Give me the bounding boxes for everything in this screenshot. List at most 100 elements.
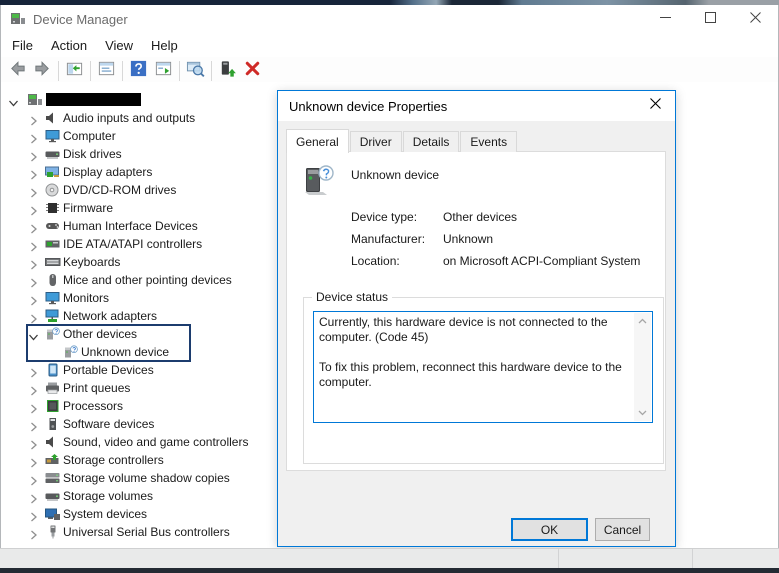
tree-item-system-devices[interactable]: System devices xyxy=(1,505,271,523)
tree-item-dvd-cd-rom-drives[interactable]: DVD/CD-ROM drives xyxy=(1,181,271,199)
uninstall-device-button[interactable] xyxy=(240,59,265,83)
drive2-icon xyxy=(45,471,61,485)
tree-item-firmware[interactable]: Firmware xyxy=(1,199,271,217)
menu-action[interactable]: Action xyxy=(42,35,96,56)
tab-details[interactable]: Details xyxy=(403,131,460,152)
ok-button[interactable]: OK xyxy=(511,518,588,541)
ide-icon xyxy=(45,237,61,251)
tree-item-print-queues[interactable]: Print queues xyxy=(1,379,271,397)
system-icon xyxy=(45,507,61,521)
tree-item-display-adapters[interactable]: Display adapters xyxy=(1,163,271,181)
chevron-right-icon[interactable] xyxy=(29,113,38,123)
chevron-right-icon[interactable] xyxy=(29,239,38,249)
software-icon xyxy=(45,417,61,431)
tabstrip: GeneralDriverDetailsEvents xyxy=(286,131,518,152)
tree-item-universal-serial-bus-controllers[interactable]: Universal Serial Bus controllers xyxy=(1,523,271,541)
device-manager-icon xyxy=(10,11,26,27)
chevron-right-icon[interactable] xyxy=(29,203,38,213)
chevron-right-icon[interactable] xyxy=(29,509,38,519)
properties-button[interactable] xyxy=(94,59,119,83)
chevron-right-icon[interactable] xyxy=(29,383,38,393)
scrollbar[interactable] xyxy=(634,313,651,421)
tab-events[interactable]: Events xyxy=(460,131,517,152)
close-button[interactable] xyxy=(733,5,778,33)
chevron-right-icon[interactable] xyxy=(29,221,38,231)
chevron-right-icon[interactable] xyxy=(29,527,38,537)
unknown-device-properties-dialog: Unknown device Properties GeneralDriverD… xyxy=(277,90,676,547)
portable-icon xyxy=(45,363,61,377)
chevron-right-icon[interactable] xyxy=(29,131,38,141)
tree-item-disk-drives[interactable]: Disk drives xyxy=(1,145,271,163)
tree-item-network-adapters[interactable]: Network adapters xyxy=(1,307,271,325)
action-pane-button[interactable] xyxy=(151,59,176,83)
chevron-right-icon[interactable] xyxy=(29,275,38,285)
taskbar-strip xyxy=(0,548,779,568)
toolbar-separator xyxy=(211,61,212,81)
tree-item-label: Monitors xyxy=(63,291,109,305)
device-status-textbox[interactable]: Currently, this hardware device is not c… xyxy=(313,311,653,423)
forward-arrow-icon xyxy=(33,59,52,83)
chevron-right-icon[interactable] xyxy=(29,473,38,483)
keyboard-icon xyxy=(45,255,61,269)
scroll-up-icon[interactable] xyxy=(634,313,651,329)
tree-item-storage-volume-shadow-copies[interactable]: Storage volume shadow copies xyxy=(1,469,271,487)
tree-item-audio-inputs-and-outputs[interactable]: Audio inputs and outputs xyxy=(1,109,271,127)
drive-icon xyxy=(45,147,61,161)
chevron-right-icon[interactable] xyxy=(29,491,38,501)
chevron-right-icon[interactable] xyxy=(29,293,38,303)
menu-file[interactable]: File xyxy=(3,35,42,56)
scroll-down-icon[interactable] xyxy=(634,405,651,421)
minimize-button[interactable] xyxy=(643,5,688,33)
tab-general[interactable]: General xyxy=(286,129,349,153)
tab-driver[interactable]: Driver xyxy=(350,131,402,152)
menu-help[interactable]: Help xyxy=(142,35,187,56)
tree-item-storage-controllers[interactable]: Storage controllers xyxy=(1,451,271,469)
tree-item-keyboards[interactable]: Keyboards xyxy=(1,253,271,271)
help-button[interactable] xyxy=(126,59,151,83)
chevron-down-icon[interactable] xyxy=(9,95,18,105)
tree-item-processors[interactable]: Processors xyxy=(1,397,271,415)
field-value: on Microsoft ACPI-Compliant System xyxy=(443,254,640,268)
tree-item-portable-devices[interactable]: Portable Devices xyxy=(1,361,271,379)
menu-view[interactable]: View xyxy=(96,35,142,56)
tree-item-sound-video-and-game-controllers[interactable]: Sound, video and game controllers xyxy=(1,433,271,451)
display-card-icon xyxy=(45,165,61,179)
field-label: Location: xyxy=(351,254,400,268)
scan-hardware-icon xyxy=(186,59,205,83)
tree-item-ide-ata-atapi-controllers[interactable]: IDE ATA/ATAPI controllers xyxy=(1,235,271,253)
toolbar-separator xyxy=(58,61,59,81)
chevron-right-icon[interactable] xyxy=(29,311,38,321)
chevron-right-icon[interactable] xyxy=(29,437,38,447)
cancel-button[interactable]: Cancel xyxy=(595,518,650,541)
tree-item-mice-and-other-pointing-devices[interactable]: Mice and other pointing devices xyxy=(1,271,271,289)
tree-item-computer[interactable]: Computer xyxy=(1,127,271,145)
back-button[interactable] xyxy=(5,59,30,83)
chevron-right-icon[interactable] xyxy=(29,401,38,411)
tree-item-monitors[interactable]: Monitors xyxy=(1,289,271,307)
chevron-right-icon[interactable] xyxy=(29,257,38,267)
show-console-tree-button[interactable] xyxy=(62,59,87,83)
scan-hardware-button[interactable] xyxy=(183,59,208,83)
chevron-right-icon[interactable] xyxy=(29,149,38,159)
tree-item-human-interface-devices[interactable]: Human Interface Devices xyxy=(1,217,271,235)
field-device-type: Device type: Other devices xyxy=(351,210,651,226)
chevron-right-icon[interactable] xyxy=(29,455,38,465)
general-tab-page: Unknown device Device type: Other device… xyxy=(286,151,666,471)
tree-item-label: Portable Devices xyxy=(63,363,154,377)
chevron-right-icon[interactable] xyxy=(29,365,38,375)
chevron-right-icon[interactable] xyxy=(29,167,38,177)
screen: Device Manager File Action View Help Aud… xyxy=(0,0,779,573)
chevron-right-icon[interactable] xyxy=(29,419,38,429)
update-driver-button[interactable] xyxy=(215,59,240,83)
tree-item-software-devices[interactable]: Software devices xyxy=(1,415,271,433)
forward-button[interactable] xyxy=(30,59,55,83)
uninstall-x-icon xyxy=(243,59,262,83)
mouse-icon xyxy=(45,273,61,287)
chevron-right-icon[interactable] xyxy=(29,185,38,195)
action-pane-icon xyxy=(154,59,173,83)
dialog-close-button[interactable] xyxy=(635,91,675,119)
field-value: Other devices xyxy=(443,210,517,224)
tree-item-root-computer[interactable] xyxy=(1,91,271,109)
tree-item-storage-volumes[interactable]: Storage volumes xyxy=(1,487,271,505)
maximize-button[interactable] xyxy=(688,5,733,33)
